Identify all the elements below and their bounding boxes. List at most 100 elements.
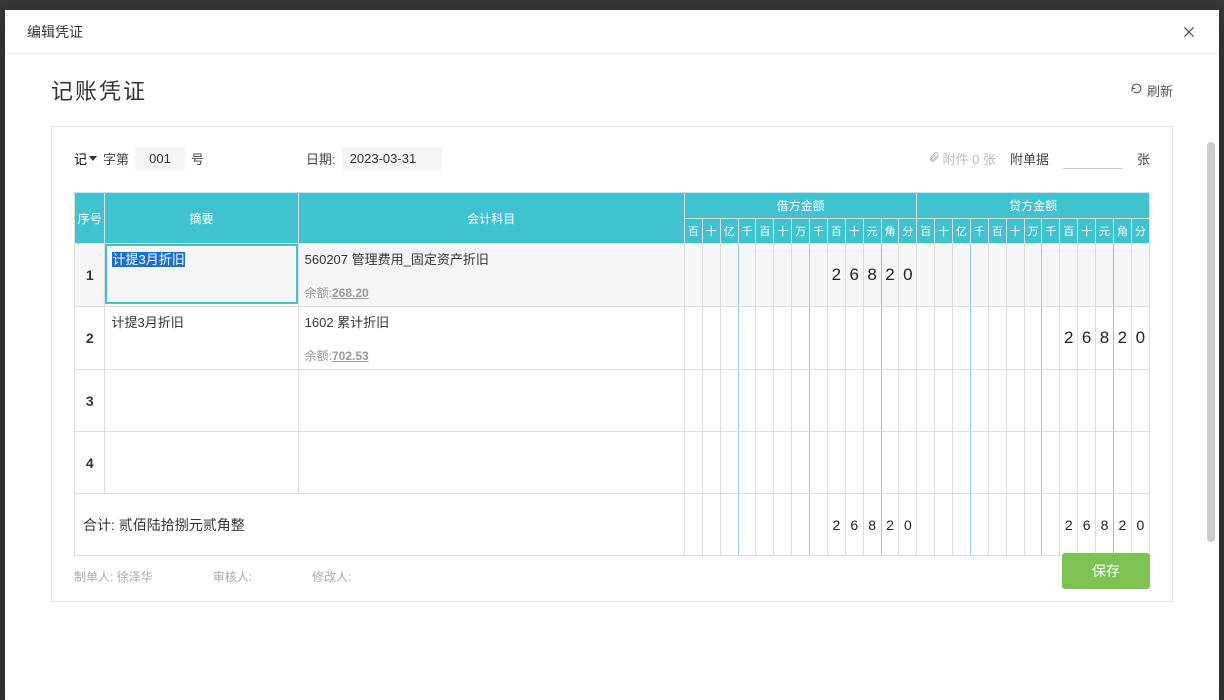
digit-cell[interactable] (702, 432, 720, 494)
digit-cell[interactable] (792, 307, 810, 370)
scrollbar[interactable] (1207, 142, 1215, 542)
digit-cell[interactable] (1006, 370, 1024, 432)
digit-cell[interactable]: 2 (1060, 307, 1078, 370)
digit-cell[interactable]: 8 (863, 244, 881, 307)
digit-cell[interactable] (1042, 432, 1060, 494)
digit-cell[interactable] (917, 370, 935, 432)
digit-cell[interactable] (863, 370, 881, 432)
digit-cell[interactable] (720, 370, 738, 432)
digit-cell[interactable] (774, 432, 792, 494)
digit-cell[interactable] (917, 432, 935, 494)
digit-cell[interactable] (970, 244, 988, 307)
digit-cell[interactable] (863, 307, 881, 370)
digit-cell[interactable] (738, 432, 756, 494)
digit-cell[interactable] (684, 307, 702, 370)
digit-cell[interactable] (684, 244, 702, 307)
digit-cell[interactable] (1078, 432, 1096, 494)
subject-cell[interactable] (298, 370, 684, 432)
digit-cell[interactable] (738, 307, 756, 370)
digit-cell[interactable] (953, 244, 971, 307)
digit-cell[interactable] (881, 370, 899, 432)
subject-cell[interactable] (298, 432, 684, 494)
summary-input[interactable]: 计提3月折旧 (105, 244, 297, 304)
digit-cell[interactable]: 2 (827, 244, 845, 307)
digit-cell[interactable] (953, 432, 971, 494)
digit-cell[interactable] (792, 244, 810, 307)
digit-cell[interactable] (1006, 244, 1024, 307)
digit-cell[interactable] (1096, 370, 1114, 432)
digit-cell[interactable] (774, 307, 792, 370)
date-input[interactable] (342, 147, 442, 170)
digit-cell[interactable] (899, 432, 917, 494)
digit-cell[interactable] (845, 307, 863, 370)
subject-cell[interactable]: 1602 累计折旧余额:702.53 (298, 307, 684, 370)
digit-cell[interactable] (845, 370, 863, 432)
digit-cell[interactable] (917, 307, 935, 370)
summary-cell[interactable]: 计提3月折旧 (105, 307, 298, 370)
summary-cell[interactable]: 计提3月折旧 (105, 244, 298, 307)
digit-cell[interactable] (702, 370, 720, 432)
digit-cell[interactable] (702, 244, 720, 307)
digit-cell[interactable] (953, 307, 971, 370)
sheets-input[interactable] (1063, 149, 1123, 169)
digit-cell[interactable] (970, 432, 988, 494)
digit-cell[interactable] (1006, 432, 1024, 494)
digit-cell[interactable] (684, 432, 702, 494)
digit-cell[interactable] (792, 370, 810, 432)
digit-cell[interactable]: 0 (899, 244, 917, 307)
digit-cell[interactable] (881, 432, 899, 494)
digit-cell[interactable] (1060, 370, 1078, 432)
digit-cell[interactable] (827, 370, 845, 432)
digit-cell[interactable] (810, 432, 828, 494)
digit-cell[interactable] (810, 370, 828, 432)
digit-cell[interactable] (1131, 370, 1149, 432)
digit-cell[interactable] (935, 370, 953, 432)
digit-cell[interactable] (827, 432, 845, 494)
digit-cell[interactable] (738, 370, 756, 432)
digit-cell[interactable] (1060, 244, 1078, 307)
digit-cell[interactable] (935, 244, 953, 307)
digit-cell[interactable] (1113, 244, 1131, 307)
digit-cell[interactable] (792, 432, 810, 494)
digit-cell[interactable] (1042, 244, 1060, 307)
digit-cell[interactable] (899, 370, 917, 432)
digit-cell[interactable] (810, 307, 828, 370)
digit-cell[interactable] (702, 307, 720, 370)
digit-cell[interactable] (1131, 432, 1149, 494)
subject-cell[interactable]: 560207 管理费用_固定资产折旧余额:268.20 (298, 244, 684, 307)
digit-cell[interactable] (845, 432, 863, 494)
digit-cell[interactable] (917, 244, 935, 307)
digit-cell[interactable]: 8 (1096, 307, 1114, 370)
digit-cell[interactable] (988, 244, 1006, 307)
digit-cell[interactable] (827, 307, 845, 370)
digit-cell[interactable] (953, 370, 971, 432)
attachment-link[interactable]: 附件 0 张 (928, 149, 996, 168)
digit-cell[interactable]: 2 (1113, 307, 1131, 370)
refresh-button[interactable]: 刷新 (1130, 81, 1173, 100)
digit-cell[interactable]: 2 (881, 244, 899, 307)
digit-cell[interactable] (1113, 432, 1131, 494)
digit-cell[interactable] (756, 432, 774, 494)
digit-cell[interactable] (1078, 244, 1096, 307)
digit-cell[interactable] (863, 432, 881, 494)
digit-cell[interactable] (738, 244, 756, 307)
digit-cell[interactable] (810, 244, 828, 307)
digit-cell[interactable] (756, 370, 774, 432)
save-button[interactable]: 保存 (1062, 553, 1150, 589)
digit-cell[interactable] (970, 307, 988, 370)
digit-cell[interactable] (1024, 432, 1042, 494)
summary-cell[interactable] (105, 432, 298, 494)
digit-cell[interactable]: 6 (845, 244, 863, 307)
digit-cell[interactable] (720, 307, 738, 370)
digit-cell[interactable] (935, 307, 953, 370)
digit-cell[interactable] (774, 244, 792, 307)
digit-cell[interactable] (720, 432, 738, 494)
digit-cell[interactable] (756, 244, 774, 307)
digit-cell[interactable] (988, 370, 1006, 432)
voucher-number-input[interactable] (135, 147, 185, 170)
digit-cell[interactable] (899, 307, 917, 370)
digit-cell[interactable] (1096, 432, 1114, 494)
digit-cell[interactable] (881, 307, 899, 370)
digit-cell[interactable] (988, 307, 1006, 370)
digit-cell[interactable] (1131, 244, 1149, 307)
